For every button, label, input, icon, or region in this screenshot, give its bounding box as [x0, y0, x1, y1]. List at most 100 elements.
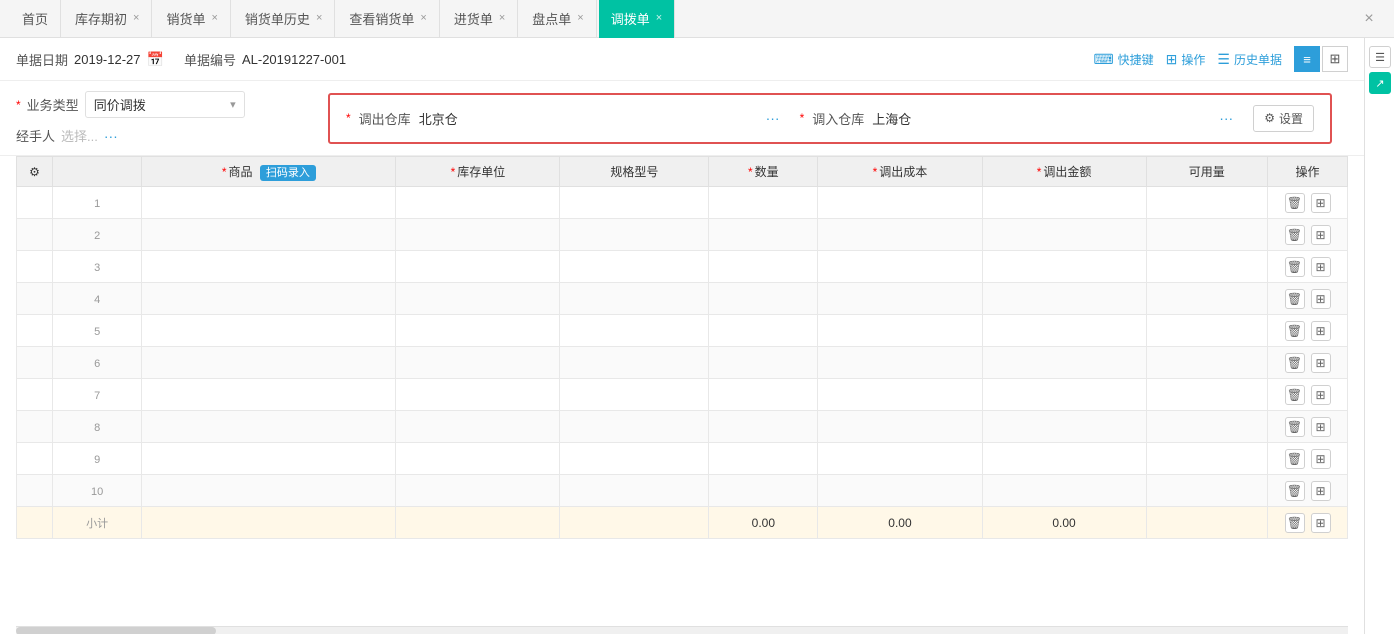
tab-sales-order-close[interactable]: ×: [211, 13, 217, 24]
qty-cell[interactable]: [709, 219, 818, 251]
unit-cell[interactable]: [396, 347, 560, 379]
qty-cell[interactable]: [709, 187, 818, 219]
product-cell[interactable]: [142, 347, 396, 379]
tab-transfer[interactable]: 调拨单 ×: [599, 0, 675, 38]
tab-sales-history[interactable]: 销货单历史 ×: [233, 0, 335, 38]
available-cell[interactable]: [1146, 347, 1267, 379]
qty-cell[interactable]: [709, 411, 818, 443]
available-cell[interactable]: [1146, 251, 1267, 283]
qty-cell[interactable]: [709, 443, 818, 475]
calendar-icon[interactable]: 📅: [147, 51, 164, 68]
amount-cell[interactable]: [982, 219, 1146, 251]
qty-cell[interactable]: [709, 379, 818, 411]
tab-view-sales-close[interactable]: ×: [420, 13, 426, 24]
business-type-input[interactable]: 同价调拨 ▾: [85, 91, 245, 118]
product-cell[interactable]: [142, 187, 396, 219]
available-cell[interactable]: [1146, 507, 1267, 539]
unit-cell[interactable]: [396, 411, 560, 443]
copy-icon[interactable]: ⊞: [1311, 481, 1331, 501]
cost-cell[interactable]: [818, 379, 982, 411]
product-cell[interactable]: [142, 315, 396, 347]
scan-button[interactable]: 扫码录入: [260, 165, 316, 181]
copy-icon[interactable]: ⊞: [1311, 449, 1331, 469]
horizontal-scrollbar[interactable]: [16, 626, 1348, 634]
copy-icon[interactable]: ⊞: [1311, 385, 1331, 405]
unit-cell[interactable]: [396, 507, 560, 539]
delete-icon[interactable]: 🗑: [1285, 513, 1305, 533]
unit-cell[interactable]: [396, 475, 560, 507]
product-cell[interactable]: [142, 411, 396, 443]
qty-cell[interactable]: [709, 283, 818, 315]
spec-cell[interactable]: [560, 475, 709, 507]
delete-icon[interactable]: 🗑: [1285, 385, 1305, 405]
spec-cell[interactable]: [560, 411, 709, 443]
grid-view-btn[interactable]: ⊞: [1322, 46, 1348, 72]
tab-purchase[interactable]: 进货单 ×: [442, 0, 518, 38]
amount-cell[interactable]: [982, 187, 1146, 219]
unit-cell[interactable]: [396, 283, 560, 315]
spec-cell[interactable]: [560, 379, 709, 411]
delete-icon[interactable]: 🗑: [1285, 481, 1305, 501]
side-expand-icon[interactable]: ↗: [1369, 72, 1391, 94]
qty-cell[interactable]: [709, 347, 818, 379]
qty-cell[interactable]: [709, 475, 818, 507]
spec-cell[interactable]: [560, 443, 709, 475]
tab-inventory-init[interactable]: 库存期初 ×: [63, 0, 152, 38]
copy-icon[interactable]: ⊞: [1311, 225, 1331, 245]
cost-cell[interactable]: [818, 443, 982, 475]
product-cell[interactable]: [142, 283, 396, 315]
amount-cell[interactable]: [982, 283, 1146, 315]
operate-action[interactable]: ⊞ 操作: [1166, 51, 1206, 68]
dropdown-arrow-icon[interactable]: ▾: [230, 98, 236, 111]
delete-icon[interactable]: 🗑: [1285, 449, 1305, 469]
tab-view-sales[interactable]: 查看销货单 ×: [337, 0, 439, 38]
qty-cell[interactable]: [709, 315, 818, 347]
copy-icon[interactable]: ⊞: [1311, 289, 1331, 309]
tab-inventory[interactable]: 盘点单 ×: [520, 0, 596, 38]
available-cell[interactable]: [1146, 187, 1267, 219]
copy-icon[interactable]: ⊞: [1311, 353, 1331, 373]
delete-icon[interactable]: 🗑: [1285, 257, 1305, 277]
available-cell[interactable]: [1146, 315, 1267, 347]
cost-cell[interactable]: [818, 315, 982, 347]
copy-icon[interactable]: ⊞: [1311, 417, 1331, 437]
cost-cell[interactable]: [818, 475, 982, 507]
tab-sales-history-close[interactable]: ×: [316, 13, 322, 24]
tab-sales-order[interactable]: 销货单 ×: [154, 0, 230, 38]
col-settings[interactable]: ⚙: [17, 157, 53, 187]
product-cell[interactable]: [142, 507, 396, 539]
warehouse-out-more-icon[interactable]: ···: [766, 110, 780, 126]
cost-cell[interactable]: [818, 283, 982, 315]
spec-cell[interactable]: [560, 219, 709, 251]
unit-cell[interactable]: [396, 379, 560, 411]
list-view-btn[interactable]: ≡: [1294, 46, 1320, 72]
available-cell[interactable]: [1146, 219, 1267, 251]
delete-icon[interactable]: 🗑: [1285, 289, 1305, 309]
delete-icon[interactable]: 🗑: [1285, 417, 1305, 437]
product-cell[interactable]: [142, 251, 396, 283]
warehouse-in-more-icon[interactable]: ···: [1219, 110, 1233, 126]
person-more-icon[interactable]: ···: [104, 128, 118, 144]
cost-cell[interactable]: [818, 187, 982, 219]
unit-cell[interactable]: [396, 219, 560, 251]
unit-cell[interactable]: [396, 315, 560, 347]
unit-cell[interactable]: [396, 187, 560, 219]
available-cell[interactable]: [1146, 443, 1267, 475]
delete-icon[interactable]: 🗑: [1285, 353, 1305, 373]
available-cell[interactable]: [1146, 475, 1267, 507]
spec-cell[interactable]: [560, 315, 709, 347]
amount-cell[interactable]: [982, 475, 1146, 507]
amount-cell[interactable]: [982, 443, 1146, 475]
tab-inventory-init-close[interactable]: ×: [133, 13, 139, 24]
unit-cell[interactable]: [396, 251, 560, 283]
cost-cell[interactable]: [818, 251, 982, 283]
tab-home[interactable]: 首页: [10, 0, 61, 38]
available-cell[interactable]: [1146, 379, 1267, 411]
unit-cell[interactable]: [396, 443, 560, 475]
amount-cell[interactable]: [982, 411, 1146, 443]
settings-button[interactable]: ⚙ 设置: [1253, 105, 1314, 132]
amount-cell[interactable]: [982, 251, 1146, 283]
amount-cell[interactable]: [982, 379, 1146, 411]
tab-purchase-close[interactable]: ×: [499, 13, 505, 24]
scrollbar-thumb[interactable]: [16, 627, 216, 634]
